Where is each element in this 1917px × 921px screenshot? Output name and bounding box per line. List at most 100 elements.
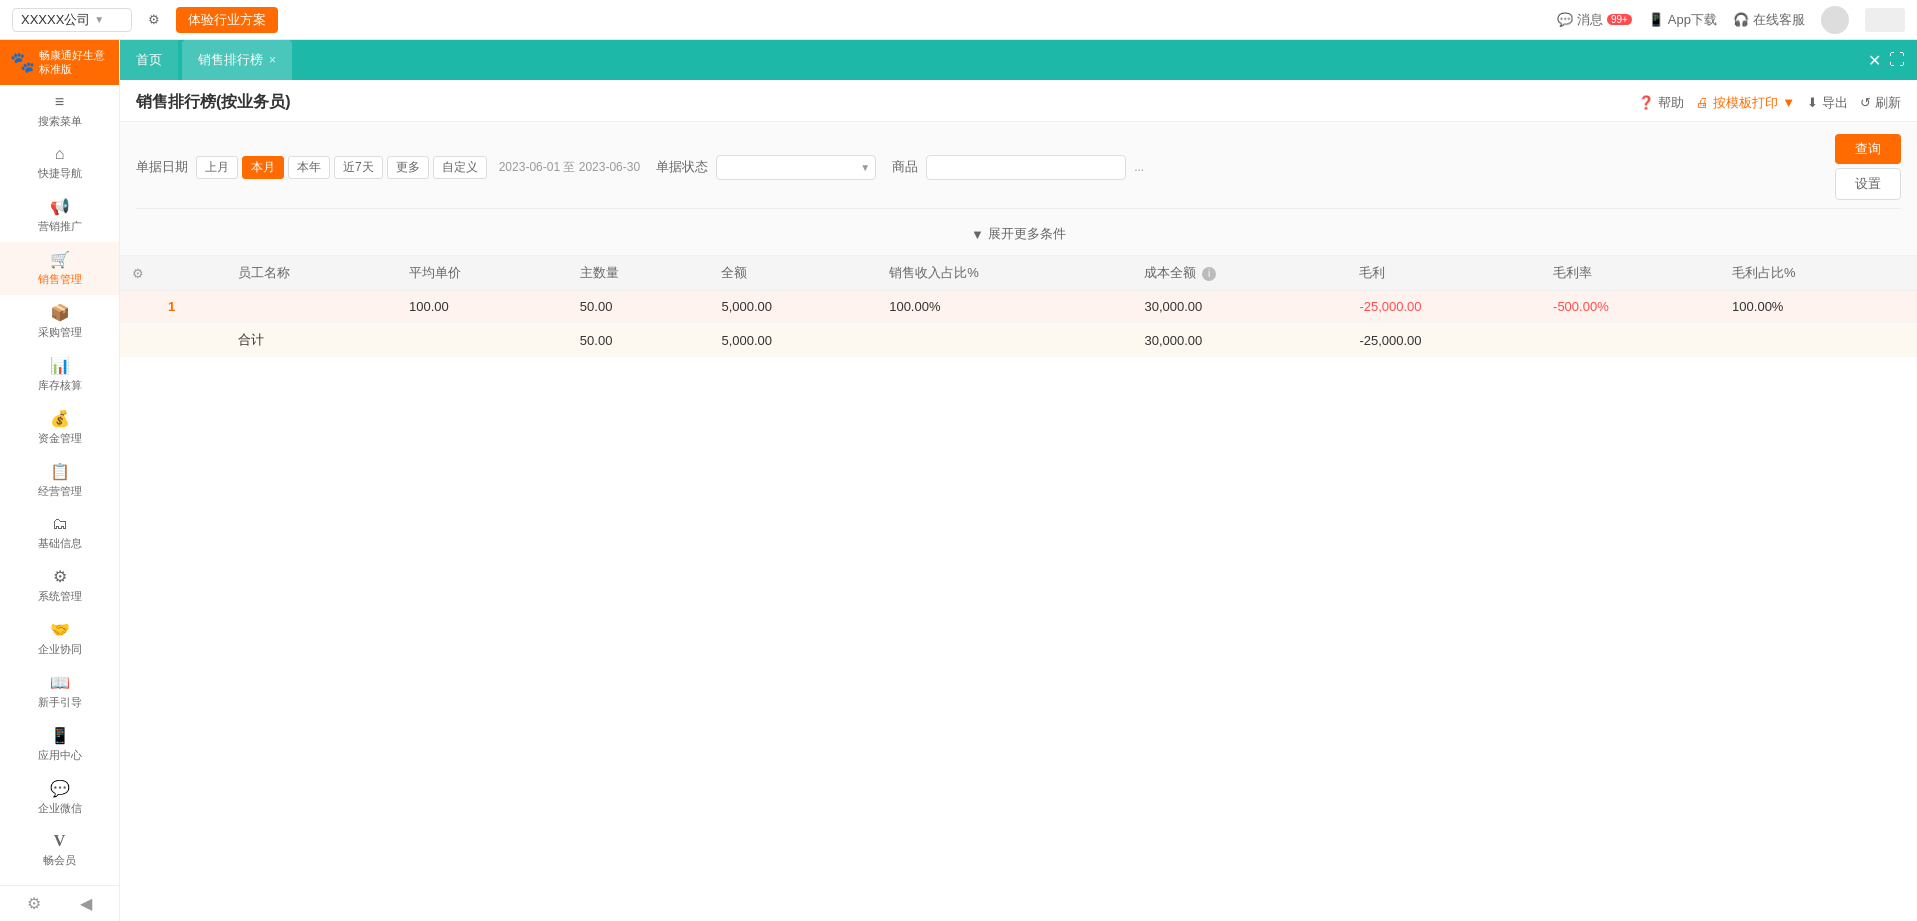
table-footer-row: 合计 50.00 5,000.00 30,000.00 -25,000.00	[120, 323, 1917, 358]
app-download-icon: 📱	[1648, 12, 1664, 27]
footer-amount: 5,000.00	[709, 323, 877, 358]
settings-bottom-icon[interactable]: ⚙	[27, 894, 41, 913]
sidebar-bottom: ⚙ ◀	[0, 885, 119, 921]
tab-close-right-icon[interactable]: ✕	[1868, 51, 1881, 70]
sidebar-item-inventory[interactable]: 📊 库存核算	[0, 348, 119, 401]
date-filter: 单据日期 上月 本月 本年 近7天 更多 自定义 2023-06-01 至 20…	[136, 156, 640, 179]
sidebar-item-finance[interactable]: 💰 资金管理	[0, 401, 119, 454]
date-btn-custom[interactable]: 自定义	[433, 156, 487, 179]
footer-cost-amt: 30,000.00	[1132, 323, 1347, 358]
finance-icon: 💰	[50, 409, 70, 428]
user-avatar[interactable]	[1821, 6, 1849, 34]
content-body: 销售排行榜(按业务员) ❓ 帮助 🖨 按模板打印 ▼ ⬇	[120, 80, 1917, 921]
apps-icon: 📱	[50, 726, 70, 745]
sidebar-label-sales: 销售管理	[38, 272, 82, 287]
sidebar-item-purchase[interactable]: 📦 采购管理	[0, 295, 119, 348]
sidebar-item-collab[interactable]: 🤝 企业协同	[0, 612, 119, 665]
marketing-icon: 📢	[50, 197, 70, 216]
sidebar-item-sales[interactable]: 🛒 销售管理	[0, 242, 119, 295]
footer-empty-settings	[120, 323, 156, 358]
date-btn-this-year[interactable]: 本年	[288, 156, 330, 179]
system-icon: ⚙	[53, 567, 67, 586]
company-selector[interactable]: XXXXX公司 ▼	[12, 8, 132, 32]
expand-label: 展开更多条件	[988, 225, 1066, 243]
col-settings[interactable]: ⚙	[120, 256, 156, 291]
expand-filter-btn[interactable]: ▼ 展开更多条件	[971, 225, 1066, 243]
sidebar-label-quick-nav: 快捷导航	[38, 166, 82, 181]
goods-input[interactable]	[926, 155, 1126, 180]
company-name: XXXXX公司	[21, 11, 90, 29]
tab-home-label: 首页	[136, 51, 162, 69]
sidebar-label-search-order: 搜索菜单	[38, 114, 82, 129]
status-select[interactable]	[716, 155, 876, 180]
date-btn-this-month[interactable]: 本月	[242, 156, 284, 179]
set-button[interactable]: 设置	[1835, 168, 1901, 200]
row-gross-profit: -25,000.00	[1347, 291, 1541, 323]
refresh-button[interactable]: ↺ 刷新	[1860, 94, 1901, 112]
row-amount: 5,000.00	[709, 291, 877, 323]
sidebar-item-guide[interactable]: 📖 新手引导	[0, 665, 119, 718]
message-label: 消息	[1577, 11, 1603, 29]
app-download-label: App下载	[1668, 11, 1717, 29]
sidebar-item-quick-nav[interactable]: ⌂ 快捷导航	[0, 137, 119, 189]
message-button[interactable]: 💬 消息 99+	[1557, 11, 1632, 29]
tab-sales-rank[interactable]: 销售排行榜 ×	[182, 40, 292, 80]
row-name	[226, 291, 397, 323]
trial-button[interactable]: 体验行业方案	[176, 7, 278, 33]
message-badge: 99+	[1607, 14, 1632, 25]
row-avg-price: 100.00	[397, 291, 568, 323]
tab-maximize-icon[interactable]: ⛶	[1889, 51, 1905, 69]
sidebar-item-member[interactable]: V 畅会员	[0, 824, 119, 876]
sidebar-item-wechat[interactable]: 💬 企业微信	[0, 771, 119, 824]
sidebar-item-apps[interactable]: 📱 应用中心	[0, 718, 119, 771]
sidebar-label-operation: 经营管理	[38, 484, 82, 499]
col-gross-rate: 毛利率	[1541, 256, 1720, 291]
online-service-button[interactable]: 🎧 在线客服	[1733, 11, 1805, 29]
company-dropdown-arrow: ▼	[94, 14, 104, 25]
sidebar: 🐾 畅康通好生意 标准版 ≡ 搜索菜单 ⌂ 快捷导航 📢 营销推广 🛒 销售	[0, 40, 120, 921]
query-button[interactable]: 查询	[1835, 134, 1901, 164]
goods-more-btn[interactable]: ...	[1134, 160, 1144, 174]
search-order-icon: ≡	[55, 93, 64, 111]
print-label: 按模板打印	[1713, 94, 1778, 112]
print-button[interactable]: 🖨 按模板打印 ▼	[1696, 94, 1795, 112]
sidebar-item-basic[interactable]: 🗂 基础信息	[0, 507, 119, 559]
collapse-icon[interactable]: ◀	[80, 894, 92, 913]
help-button[interactable]: ❓ 帮助	[1638, 94, 1684, 112]
top-right-area: 💬 消息 99+ 📱 App下载 🎧 在线客服	[1557, 6, 1905, 34]
table-wrap: ⚙ 员工名称 平均单价 主数量	[120, 256, 1917, 357]
export-button[interactable]: ⬇ 导出	[1807, 94, 1848, 112]
status-filter: 单据状态 ▼	[656, 155, 876, 180]
cost-info-icon[interactable]: i	[1202, 267, 1216, 281]
app-download-button[interactable]: 📱 App下载	[1648, 11, 1717, 29]
row-qty: 50.00	[568, 291, 710, 323]
help-label: 帮助	[1658, 94, 1684, 112]
sidebar-item-operation[interactable]: 📋 经营管理	[0, 454, 119, 507]
sidebar-item-search-order[interactable]: ≡ 搜索菜单	[0, 85, 119, 137]
col-amount: 全额	[709, 256, 877, 291]
tab-bar: 首页 销售排行榜 × ✕ ⛶	[120, 40, 1917, 80]
sidebar-item-marketing[interactable]: 📢 营销推广	[0, 189, 119, 242]
footer-gross-profit: -25,000.00	[1347, 323, 1541, 358]
date-btn-last-month[interactable]: 上月	[196, 156, 238, 179]
col-cost-amt: 成本全额 i	[1132, 256, 1347, 291]
date-btn-more[interactable]: 更多	[387, 156, 429, 179]
sidebar-item-system[interactable]: ⚙ 系统管理	[0, 559, 119, 612]
print-icon: 🖨	[1696, 95, 1709, 110]
table-header-row: ⚙ 员工名称 平均单价 主数量	[120, 256, 1917, 291]
date-btn-7days[interactable]: 近7天	[334, 156, 383, 179]
date-btns: 上月 本月 本年 近7天 更多 自定义	[196, 156, 487, 179]
basic-icon: 🗂	[52, 515, 68, 533]
col-rank	[156, 256, 226, 291]
query-area: 查询 设置	[1835, 134, 1901, 200]
table-row: 1 100.00 50.00 5,000.00 100.00% 30,000.0…	[120, 291, 1917, 323]
col-gross-profit: 毛利	[1347, 256, 1541, 291]
settings-icon[interactable]: ⚙	[140, 6, 168, 34]
tab-bar-right: ✕ ⛶	[1868, 51, 1917, 70]
tab-home[interactable]: 首页	[120, 40, 178, 80]
sidebar-label-inventory: 库存核算	[38, 378, 82, 393]
row-rank: 1	[156, 291, 226, 323]
sidebar-label-finance: 资金管理	[38, 431, 82, 446]
sidebar-label-basic: 基础信息	[38, 536, 82, 551]
tab-close-icon[interactable]: ×	[269, 53, 276, 67]
